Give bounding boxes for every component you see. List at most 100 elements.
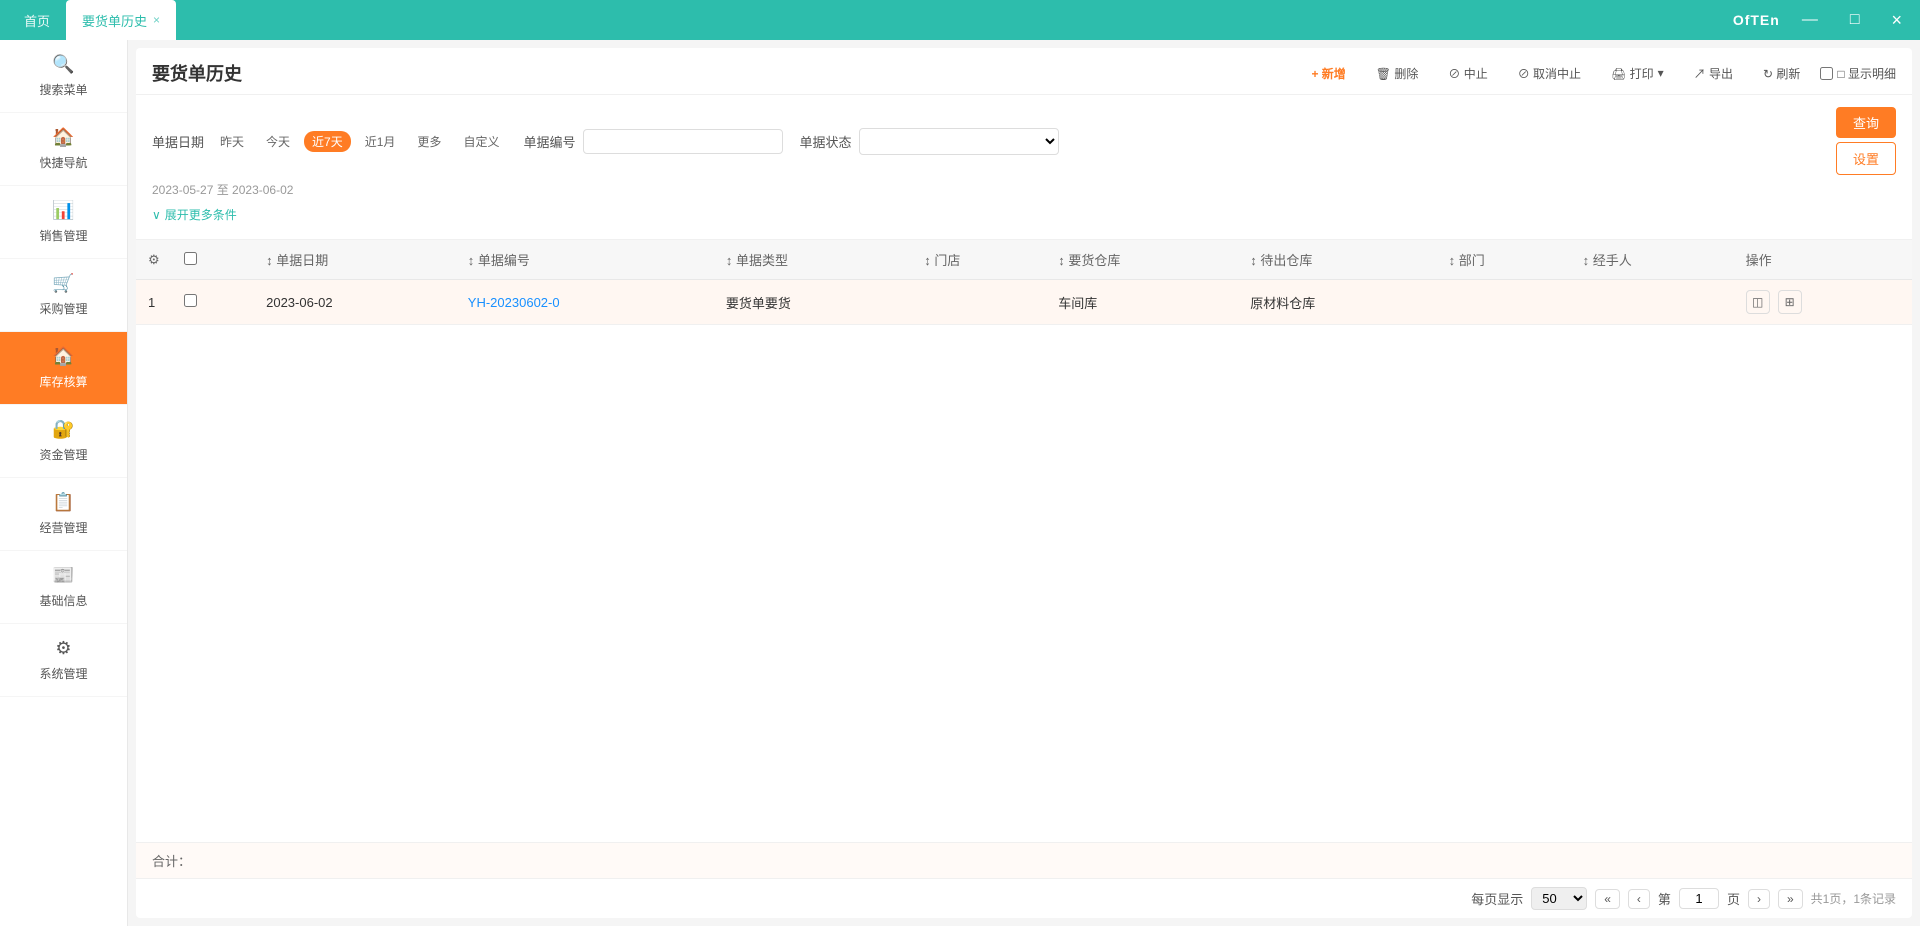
page-number-input[interactable] [1679,888,1719,909]
row-doc-type: 要货单要货 [714,280,912,325]
table-head: ⚙ ↕ 单据日期 ↕ 单据编号 ↕ [136,240,1912,280]
page-title: 要货单历史 [152,60,242,86]
search-menu-icon: 🔍 [52,54,74,75]
date-shortcut-yesterday[interactable]: 昨天 [212,131,252,152]
date-shortcut-custom[interactable]: 自定义 [455,131,507,152]
handler-col-header[interactable]: ↕ 经手人 [1571,240,1734,280]
sales-icon: 📊 [52,200,74,221]
top-bar-right: OfTEn — □ × [1733,6,1912,35]
tab-list: 首页 要货单历史 × [8,0,1733,40]
sidebar-item-sys-mgmt[interactable]: ⚙ 系统管理 [0,624,127,697]
date-shortcut-7days[interactable]: 近7天 [304,131,351,152]
sidebar: 🔍 搜索菜单 🏠 快捷导航 📊 销售管理 🛒 采购管理 🏠 库存核算 🔐 资金管… [0,40,128,926]
row-dept [1437,280,1571,325]
edit-action-icon[interactable]: ⊞ [1778,290,1802,314]
date-shortcut-more[interactable]: 更多 [409,131,449,152]
row-handler [1571,280,1734,325]
sidebar-item-sales-mgmt[interactable]: 📊 销售管理 [0,186,127,259]
action-icons: ◫ ⊞ [1746,290,1900,314]
sidebar-item-purchase-mgmt[interactable]: 🛒 采购管理 [0,259,127,332]
inventory-icon: 🏠 [52,346,74,367]
docno-filter-group: 单据编号 [523,129,783,154]
main-layout: 🔍 搜索菜单 🏠 快捷导航 📊 销售管理 🛒 采购管理 🏠 库存核算 🔐 资金管… [0,40,1920,926]
last-page-btn[interactable]: » [1778,889,1803,909]
row-pend-warehouse: 原材料仓库 [1238,280,1436,325]
expand-more-btn[interactable]: ∨ 展开更多条件 [152,202,1896,227]
export-btn[interactable]: ↗ 导出 [1684,61,1743,86]
home-icon: 🏠 [52,127,74,148]
date-range-display: 2023-05-27 至 2023-06-02 [152,179,293,198]
first-page-btn[interactable]: « [1595,889,1620,909]
row-req-warehouse: 车间库 [1046,280,1238,325]
tab-home[interactable]: 首页 [8,0,66,40]
prev-page-btn[interactable]: ‹ [1628,889,1650,909]
row-doc-no: YH-20230602-0 [456,280,714,325]
filter-area: 单据日期 昨天 今天 近7天 近1月 更多 自定义 单据编号 [136,95,1912,240]
show-detail-checkbox-label[interactable]: □ 显示明细 [1820,65,1896,82]
status-filter-group: 单据状态 [799,128,1059,155]
pagination-bar: 每页显示 50 10 20 100 « ‹ 第 页 › » 共1页，1条记录 [136,878,1912,918]
req-warehouse-col-header[interactable]: ↕ 要货仓库 [1046,240,1238,280]
filter-row-1: 单据日期 昨天 今天 近7天 近1月 更多 自定义 单据编号 [152,107,1896,175]
delete-btn[interactable]: 🗑 删除 [1366,61,1429,86]
stop-btn[interactable]: ⊘ 中止 [1438,61,1497,86]
data-table: ⚙ ↕ 单据日期 ↕ 单据编号 ↕ [136,240,1912,325]
toolbar: + 新增 🗑 删除 ⊘ 中止 ⊘ 取消中止 🖨 打印 ▾ [1301,61,1896,86]
brand-text: OfTEn [1733,12,1780,28]
settings-btn[interactable]: 设置 [1836,142,1896,175]
view-action-icon[interactable]: ◫ [1746,290,1770,314]
cancel-stop-btn[interactable]: ⊘ 取消中止 [1508,61,1591,86]
store-col-header[interactable]: ↕ 门店 [912,240,1046,280]
content-area: 要货单历史 + 新增 🗑 删除 ⊘ 中止 ⊘ 取消中止 🖨 [128,40,1920,926]
basic-info-icon: 📰 [52,565,74,586]
table-body: 1 2023-06-02 YH-20230602-0 要货单要货 车间库 原材料… [136,280,1912,325]
print-btn[interactable]: 🖨 打印 ▾ [1601,61,1674,86]
date-shortcut-1month[interactable]: 近1月 [357,131,404,152]
page-container: 要货单历史 + 新增 🗑 删除 ⊘ 中止 ⊘ 取消中止 🖨 [136,48,1912,918]
tab-order-history[interactable]: 要货单历史 × [66,0,176,40]
filter-actions: 查询 设置 [1836,107,1896,175]
refresh-btn[interactable]: ↻ 刷新 [1753,61,1810,86]
total-info: 共1页，1条记录 [1811,890,1896,907]
window-close-btn[interactable]: × [1881,6,1912,35]
doc-type-col-header[interactable]: ↕ 单据类型 [714,240,912,280]
dept-col-header[interactable]: ↕ 部门 [1437,240,1571,280]
doc-no-link[interactable]: YH-20230602-0 [468,295,560,310]
docno-filter-label: 单据编号 [523,132,575,151]
page-size-select[interactable]: 50 10 20 100 [1531,887,1587,910]
table-footer: 合计： [136,842,1912,878]
window-max-btn[interactable]: □ [1840,7,1870,33]
print-dropdown-icon: ▾ [1658,66,1664,80]
status-filter-label: 单据状态 [799,132,851,151]
new-btn[interactable]: + 新增 [1301,61,1355,86]
ops-icon: 📋 [52,492,74,513]
row-checkbox-cell [172,280,254,325]
status-select[interactable] [859,128,1059,155]
select-all-checkbox[interactable] [184,252,197,265]
table-row: 1 2023-06-02 YH-20230602-0 要货单要货 车间库 原材料… [136,280,1912,325]
pend-warehouse-col-header[interactable]: ↕ 待出仓库 [1238,240,1436,280]
ops-col-header: 操作 [1734,240,1912,280]
query-btn[interactable]: 查询 [1836,107,1896,138]
footer-label: 合计： [152,851,191,870]
settings-col-header[interactable]: ⚙ [136,240,172,280]
next-page-btn[interactable]: › [1748,889,1770,909]
sidebar-item-quick-nav[interactable]: 🏠 快捷导航 [0,113,127,186]
date-shortcut-today[interactable]: 今天 [258,131,298,152]
doc-no-col-header[interactable]: ↕ 单据编号 [456,240,714,280]
row-checkbox[interactable] [184,294,197,307]
docno-input[interactable] [583,129,783,154]
row-doc-date: 2023-06-02 [254,280,456,325]
window-min-btn[interactable]: — [1792,7,1828,33]
date-shortcuts: 昨天 今天 近7天 近1月 更多 自定义 [212,131,507,152]
show-detail-checkbox[interactable] [1820,67,1833,80]
sidebar-item-inventory-calc[interactable]: 🏠 库存核算 [0,332,127,405]
close-tab-icon[interactable]: × [153,13,160,27]
doc-date-col-header[interactable]: ↕ 单据日期 [254,240,456,280]
sidebar-item-finance-mgmt[interactable]: 🔐 资金管理 [0,405,127,478]
sidebar-item-basic-info[interactable]: 📰 基础信息 [0,551,127,624]
sidebar-item-search-menu[interactable]: 🔍 搜索菜单 [0,40,127,113]
checkbox-col-header [172,240,254,280]
sidebar-item-ops-mgmt[interactable]: 📋 经营管理 [0,478,127,551]
date-filter-label: 单据日期 [152,132,204,151]
